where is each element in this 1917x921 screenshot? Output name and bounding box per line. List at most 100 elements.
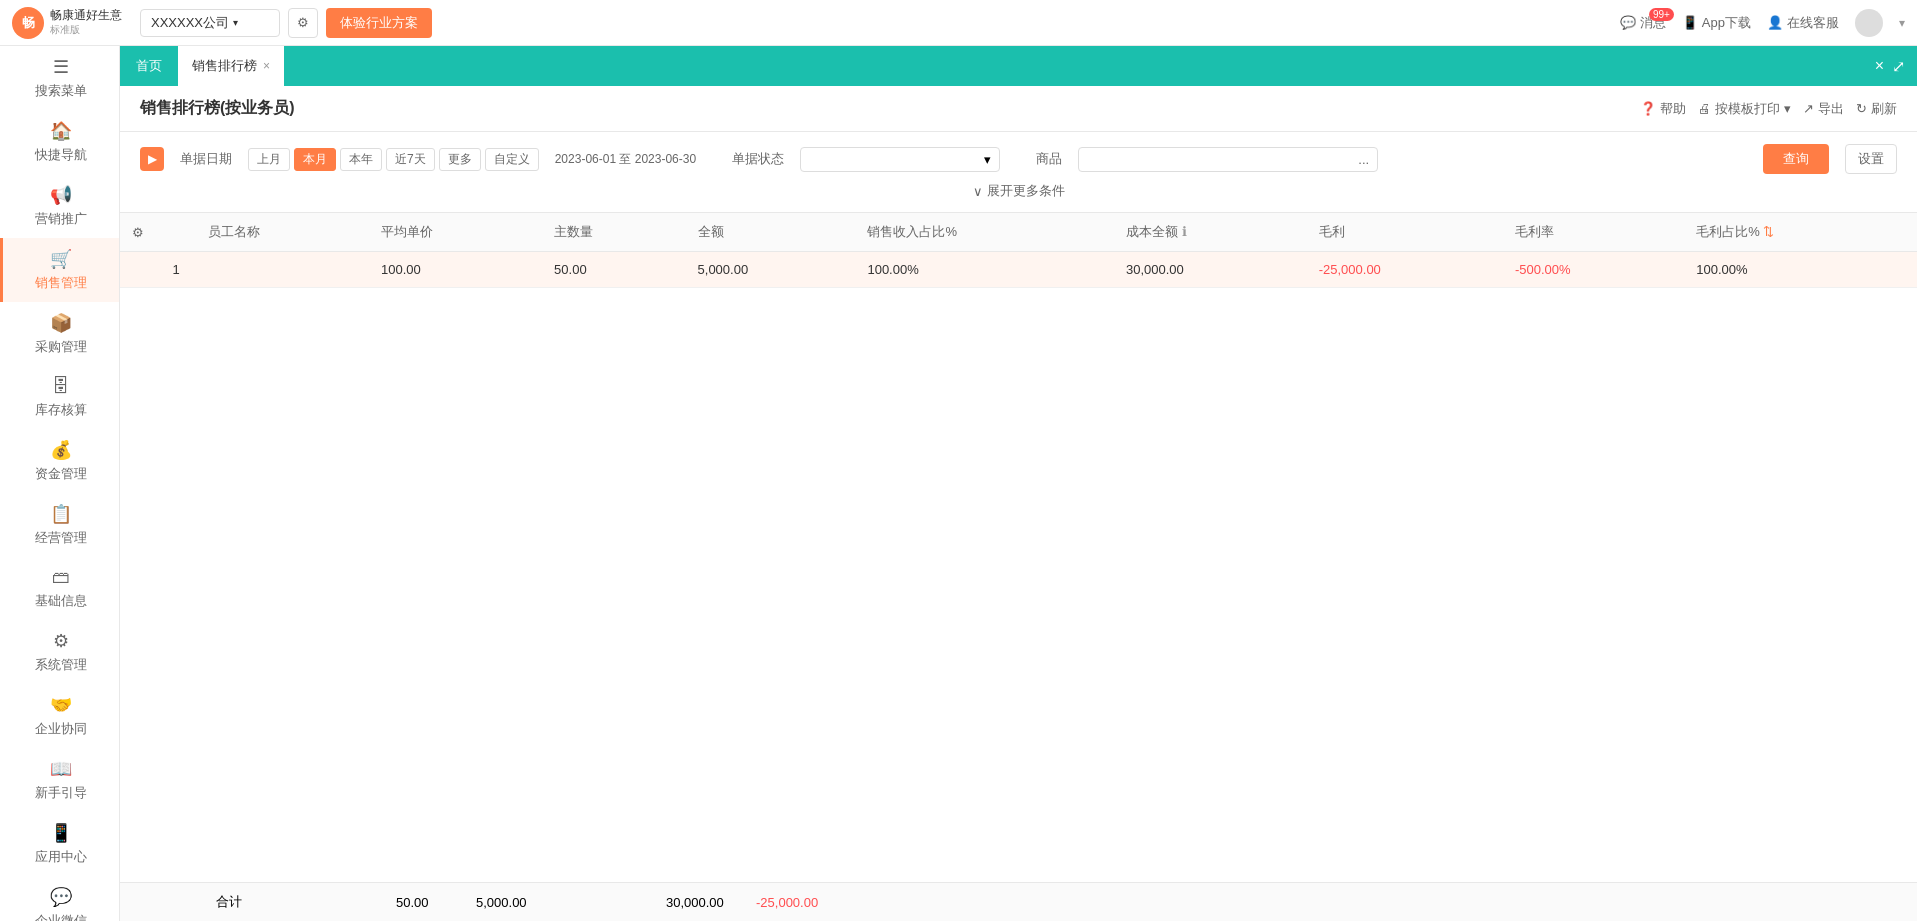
date-btn-custom[interactable]: 自定义	[485, 148, 539, 171]
footer-amount: 5,000.00	[476, 895, 527, 910]
tab-sales-ranking[interactable]: 销售排行榜 ×	[178, 46, 284, 86]
print-icon: 🖨	[1698, 101, 1711, 116]
col-name: 员工名称	[196, 213, 369, 252]
logo-line2: 标准版	[50, 23, 122, 37]
table-footer: 合计 50.00 5,000.00 30,000.00 -25,000.00	[120, 882, 1917, 921]
date-btn-current-year[interactable]: 本年	[340, 148, 382, 171]
app-download-label: App下载	[1702, 14, 1751, 32]
date-btn-7days[interactable]: 近7天	[386, 148, 435, 171]
guide-icon: 📖	[50, 758, 72, 780]
sidebar-item-finance[interactable]: 💰 资金管理	[0, 429, 119, 493]
settings-icon[interactable]: ⚙	[288, 8, 318, 38]
guide-label: 新手引导	[35, 784, 87, 802]
help-icon: ❓	[1640, 101, 1656, 116]
footer-label: 合计	[216, 894, 242, 909]
row-profit: -25,000.00	[1307, 252, 1503, 288]
sales-icon: 🛒	[50, 248, 72, 270]
online-service-label: 在线客服	[1787, 14, 1839, 32]
table-header-row: ⚙ 员工名称 平均单价 主数量 全额 销售收入占比% 成本全额 ℹ 毛利	[120, 213, 1917, 252]
collab-icon: 🤝	[50, 694, 72, 716]
goods-more-icon[interactable]: ...	[1358, 152, 1369, 167]
expand-conditions-button[interactable]: ∨ 展开更多条件	[973, 182, 1065, 200]
system-icon: ⚙	[53, 630, 69, 652]
table-settings-button[interactable]: 设置	[1845, 144, 1897, 174]
main-layout: ☰ 搜索菜单 🏠 快捷导航 📢 营销推广 🛒 销售管理 📦 采购管理 🗄 库存核…	[0, 46, 1917, 921]
search-order-label: 搜索菜单	[35, 82, 87, 100]
sidebar-item-quick-nav[interactable]: 🏠 快捷导航	[0, 110, 119, 174]
refresh-button[interactable]: ↻ 刷新	[1856, 100, 1897, 118]
finance-label: 资金管理	[35, 465, 87, 483]
online-service-item[interactable]: 👤 在线客服	[1767, 14, 1839, 32]
row-name	[196, 252, 369, 288]
sidebar-item-operation[interactable]: 📋 经营管理	[0, 493, 119, 557]
footer-cost: 30,000.00	[666, 895, 724, 910]
col-amount: 全额	[686, 213, 856, 252]
quick-nav-label: 快捷导航	[35, 146, 87, 164]
download-icon: 📱	[1682, 15, 1698, 30]
sidebar-item-collab[interactable]: 🤝 企业协同	[0, 684, 119, 748]
sidebar-item-basic[interactable]: 🗃 基础信息	[0, 557, 119, 620]
status-select-chevron: ▾	[984, 152, 991, 167]
footer-profit: -25,000.00	[756, 895, 818, 910]
sidebar-item-app-center[interactable]: 📱 应用中心	[0, 812, 119, 876]
message-item[interactable]: 💬 消息 99+	[1620, 14, 1666, 32]
col-profit-pct: 毛利占比% ⇅	[1684, 213, 1917, 252]
tab-close-icon[interactable]: ×	[263, 59, 270, 73]
footer-quantity: 50.00	[396, 895, 429, 910]
sidebar-item-guide[interactable]: 📖 新手引导	[0, 748, 119, 812]
filter-toggle-icon[interactable]: ▶	[140, 147, 164, 171]
col-quantity: 主数量	[542, 213, 685, 252]
top-bar: 畅 畅康通好生意 标准版 XXXXXX公司 ▾ ⚙ 体验行业方案 💬 消息 99…	[0, 0, 1917, 46]
sidebar-item-purchase[interactable]: 📦 采购管理	[0, 302, 119, 366]
table-row: 1 100.00 50.00 5,000.00 100.00% 30,000.0…	[120, 252, 1917, 288]
row-avg-price: 100.00	[369, 252, 542, 288]
row-settings	[120, 252, 156, 288]
tab-label: 销售排行榜	[192, 57, 257, 75]
print-button[interactable]: 🖨 按模板打印 ▾	[1698, 100, 1791, 118]
trial-button[interactable]: 体验行业方案	[326, 8, 432, 38]
column-settings-icon[interactable]: ⚙	[132, 225, 144, 240]
row-profit-pct: 100.00%	[1684, 252, 1917, 288]
operation-label: 经营管理	[35, 529, 87, 547]
page-title: 销售排行榜(按业务员)	[140, 98, 295, 119]
sidebar-item-wechat[interactable]: 💬 企业微信	[0, 876, 119, 921]
user-name-placeholder: ▾	[1899, 16, 1905, 30]
date-btn-current-month[interactable]: 本月	[294, 148, 336, 171]
col-rank	[156, 213, 196, 252]
app-download-item[interactable]: 📱 App下载	[1682, 14, 1751, 32]
sidebar-item-system[interactable]: ⚙ 系统管理	[0, 620, 119, 684]
app-center-icon: 📱	[50, 822, 72, 844]
tab-maximize-icon[interactable]: ⤢	[1892, 57, 1905, 76]
cost-info-icon[interactable]: ℹ	[1182, 224, 1187, 239]
operation-icon: 📋	[50, 503, 72, 525]
row-amount: 5,000.00	[686, 252, 856, 288]
tab-home[interactable]: 首页	[120, 46, 178, 86]
row-quantity: 50.00	[542, 252, 685, 288]
company-selector[interactable]: XXXXXX公司 ▾	[140, 9, 280, 37]
profit-pct-sort-icon[interactable]: ⇅	[1763, 224, 1774, 239]
help-button[interactable]: ❓ 帮助	[1640, 100, 1686, 118]
query-button[interactable]: 查询	[1763, 144, 1829, 174]
expand-icon: ∨	[973, 184, 983, 199]
purchase-label: 采购管理	[35, 338, 87, 356]
sidebar-item-sales[interactable]: 🛒 销售管理	[0, 238, 119, 302]
sidebar-item-marketing[interactable]: 📢 营销推广	[0, 174, 119, 238]
sidebar-item-inventory[interactable]: 🗄 库存核算	[0, 366, 119, 429]
purchase-icon: 📦	[50, 312, 72, 334]
col-cost: 成本全额 ℹ	[1114, 213, 1307, 252]
refresh-icon: ↻	[1856, 101, 1867, 116]
sidebar-item-search-order[interactable]: ☰ 搜索菜单	[0, 46, 119, 110]
avatar[interactable]	[1855, 9, 1883, 37]
row-rank: 1	[156, 252, 196, 288]
date-btn-prev-month[interactable]: 上月	[248, 148, 290, 171]
date-btn-more[interactable]: 更多	[439, 148, 481, 171]
expand-row: ∨ 展开更多条件	[140, 182, 1897, 200]
logo-area: 畅 畅康通好生意 标准版	[12, 7, 132, 39]
export-button[interactable]: ↗ 导出	[1803, 100, 1844, 118]
quick-nav-icon: 🏠	[50, 120, 72, 142]
status-select[interactable]: ▾	[800, 147, 1000, 172]
tab-minimize-icon[interactable]: ×	[1875, 57, 1884, 75]
inventory-label: 库存核算	[35, 401, 87, 419]
status-label: 单据状态	[732, 150, 784, 168]
goods-select[interactable]: ...	[1078, 147, 1378, 172]
